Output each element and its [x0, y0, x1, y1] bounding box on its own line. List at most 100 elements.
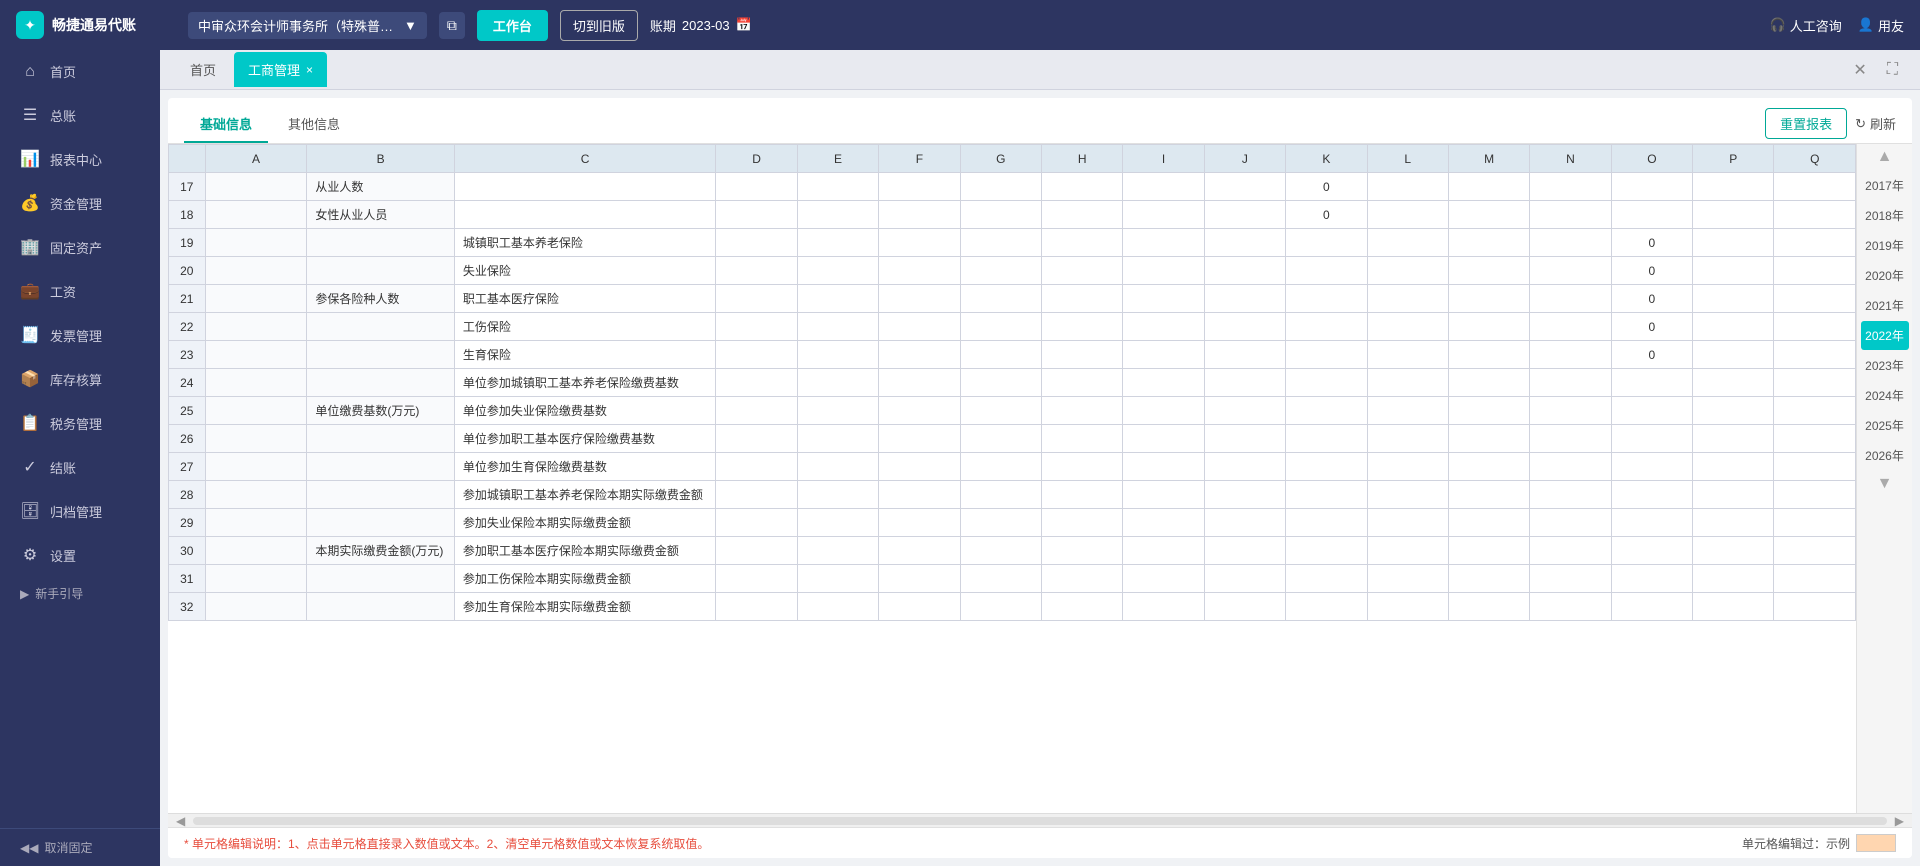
cell-g-22[interactable] — [960, 313, 1041, 341]
cell-m-23[interactable] — [1448, 341, 1529, 369]
cell-h-28[interactable] — [1041, 481, 1122, 509]
cell-j-31[interactable] — [1204, 565, 1285, 593]
cell-h-30[interactable] — [1041, 537, 1122, 565]
cell-c-27[interactable]: 单位参加生育保险缴费基数 — [454, 453, 716, 481]
cell-e-20[interactable] — [797, 257, 878, 285]
cell-h-32[interactable] — [1041, 593, 1122, 621]
cell-h-27[interactable] — [1041, 453, 1122, 481]
cell-f-31[interactable] — [879, 565, 960, 593]
cell-l-18[interactable] — [1367, 201, 1448, 229]
cell-c-32[interactable]: 参加生育保险本期实际缴费金额 — [454, 593, 716, 621]
table-row[interactable]: 23生育保险0 — [169, 341, 1856, 369]
cell-n-29[interactable] — [1530, 509, 1611, 537]
cell-m-30[interactable] — [1448, 537, 1529, 565]
cell-e-22[interactable] — [797, 313, 878, 341]
cell-i-28[interactable] — [1123, 481, 1204, 509]
cell-q-22[interactable] — [1774, 313, 1856, 341]
year-scroll-down[interactable]: ▼ — [1857, 471, 1912, 497]
cell-h-31[interactable] — [1041, 565, 1122, 593]
cell-j-32[interactable] — [1204, 593, 1285, 621]
cell-e-26[interactable] — [797, 425, 878, 453]
cell-q-19[interactable] — [1774, 229, 1856, 257]
cell-m-24[interactable] — [1448, 369, 1529, 397]
cell-d-29[interactable] — [716, 509, 797, 537]
cell-q-23[interactable] — [1774, 341, 1856, 369]
cell-h-25[interactable] — [1041, 397, 1122, 425]
table-row[interactable]: 19城镇职工基本养老保险0 — [169, 229, 1856, 257]
cell-i-21[interactable] — [1123, 285, 1204, 313]
cell-e-18[interactable] — [797, 201, 878, 229]
table-row[interactable]: 20失业保险0 — [169, 257, 1856, 285]
table-row[interactable]: 24单位参加城镇职工基本养老保险缴费基数 — [169, 369, 1856, 397]
cell-j-17[interactable] — [1204, 173, 1285, 201]
cell-k-30[interactable] — [1286, 537, 1367, 565]
refresh-button[interactable]: ↻ 刷新 — [1855, 114, 1896, 133]
cell-o-29[interactable] — [1611, 509, 1692, 537]
cell-p-23[interactable] — [1693, 341, 1774, 369]
cell-d-17[interactable] — [716, 173, 797, 201]
year-scroll-up[interactable]: ▲ — [1857, 144, 1912, 170]
cell-l-17[interactable] — [1367, 173, 1448, 201]
cell-a-31[interactable] — [205, 565, 307, 593]
cell-h-20[interactable] — [1041, 257, 1122, 285]
table-row[interactable]: 30本期实际缴费金额(万元)参加职工基本医疗保险本期实际缴费金额 — [169, 537, 1856, 565]
cell-e-30[interactable] — [797, 537, 878, 565]
cell-n-30[interactable] — [1530, 537, 1611, 565]
cell-j-28[interactable] — [1204, 481, 1285, 509]
cell-m-28[interactable] — [1448, 481, 1529, 509]
cell-b-27[interactable] — [307, 453, 455, 481]
cell-c-28[interactable]: 参加城镇职工基本养老保险本期实际缴费金额 — [454, 481, 716, 509]
cell-e-27[interactable] — [797, 453, 878, 481]
sidebar-item-wages[interactable]: 💼 工资 — [0, 269, 160, 313]
cell-p-28[interactable] — [1693, 481, 1774, 509]
close-window-button[interactable]: ✕ — [1847, 58, 1872, 82]
cell-j-23[interactable] — [1204, 341, 1285, 369]
cell-q-24[interactable] — [1774, 369, 1856, 397]
cell-b-32[interactable] — [307, 593, 455, 621]
cell-d-31[interactable] — [716, 565, 797, 593]
cell-d-27[interactable] — [716, 453, 797, 481]
cell-i-29[interactable] — [1123, 509, 1204, 537]
cell-h-29[interactable] — [1041, 509, 1122, 537]
cell-d-19[interactable] — [716, 229, 797, 257]
cell-c-18[interactable] — [454, 201, 716, 229]
cell-q-29[interactable] — [1774, 509, 1856, 537]
cell-g-20[interactable] — [960, 257, 1041, 285]
cell-f-30[interactable] — [879, 537, 960, 565]
cell-h-22[interactable] — [1041, 313, 1122, 341]
cell-j-22[interactable] — [1204, 313, 1285, 341]
cell-o-25[interactable] — [1611, 397, 1692, 425]
cell-b-19[interactable] — [307, 229, 455, 257]
year-item-2022[interactable]: 2022年 — [1861, 321, 1909, 350]
cell-d-20[interactable] — [716, 257, 797, 285]
workbench-button[interactable]: 工作台 — [477, 10, 548, 41]
cell-o-19[interactable]: 0 — [1611, 229, 1692, 257]
cell-o-18[interactable] — [1611, 201, 1692, 229]
cell-k-25[interactable] — [1286, 397, 1367, 425]
cell-f-17[interactable] — [879, 173, 960, 201]
sidebar-item-home[interactable]: ⌂ 首页 — [0, 50, 160, 93]
cell-m-31[interactable] — [1448, 565, 1529, 593]
cell-l-25[interactable] — [1367, 397, 1448, 425]
year-item-2018[interactable]: 2018年 — [1861, 201, 1909, 230]
cell-b-30[interactable]: 本期实际缴费金额(万元) — [307, 537, 455, 565]
cell-a-17[interactable] — [205, 173, 307, 201]
cell-f-26[interactable] — [879, 425, 960, 453]
cell-n-28[interactable] — [1530, 481, 1611, 509]
tab-close-icon[interactable]: × — [306, 63, 313, 77]
cell-p-29[interactable] — [1693, 509, 1774, 537]
cell-i-26[interactable] — [1123, 425, 1204, 453]
sub-tab-basic[interactable]: 基础信息 — [184, 108, 268, 143]
table-row[interactable]: 25单位缴费基数(万元)单位参加失业保险缴费基数 — [169, 397, 1856, 425]
cell-g-21[interactable] — [960, 285, 1041, 313]
cell-j-19[interactable] — [1204, 229, 1285, 257]
scroll-left-arrow[interactable]: ◀ — [172, 814, 189, 828]
cell-i-19[interactable] — [1123, 229, 1204, 257]
cell-e-21[interactable] — [797, 285, 878, 313]
cell-l-22[interactable] — [1367, 313, 1448, 341]
cell-o-30[interactable] — [1611, 537, 1692, 565]
cell-f-28[interactable] — [879, 481, 960, 509]
cell-g-25[interactable] — [960, 397, 1041, 425]
sheet-container[interactable]: A B C D E F G H I J K L — [168, 144, 1856, 813]
cell-g-31[interactable] — [960, 565, 1041, 593]
